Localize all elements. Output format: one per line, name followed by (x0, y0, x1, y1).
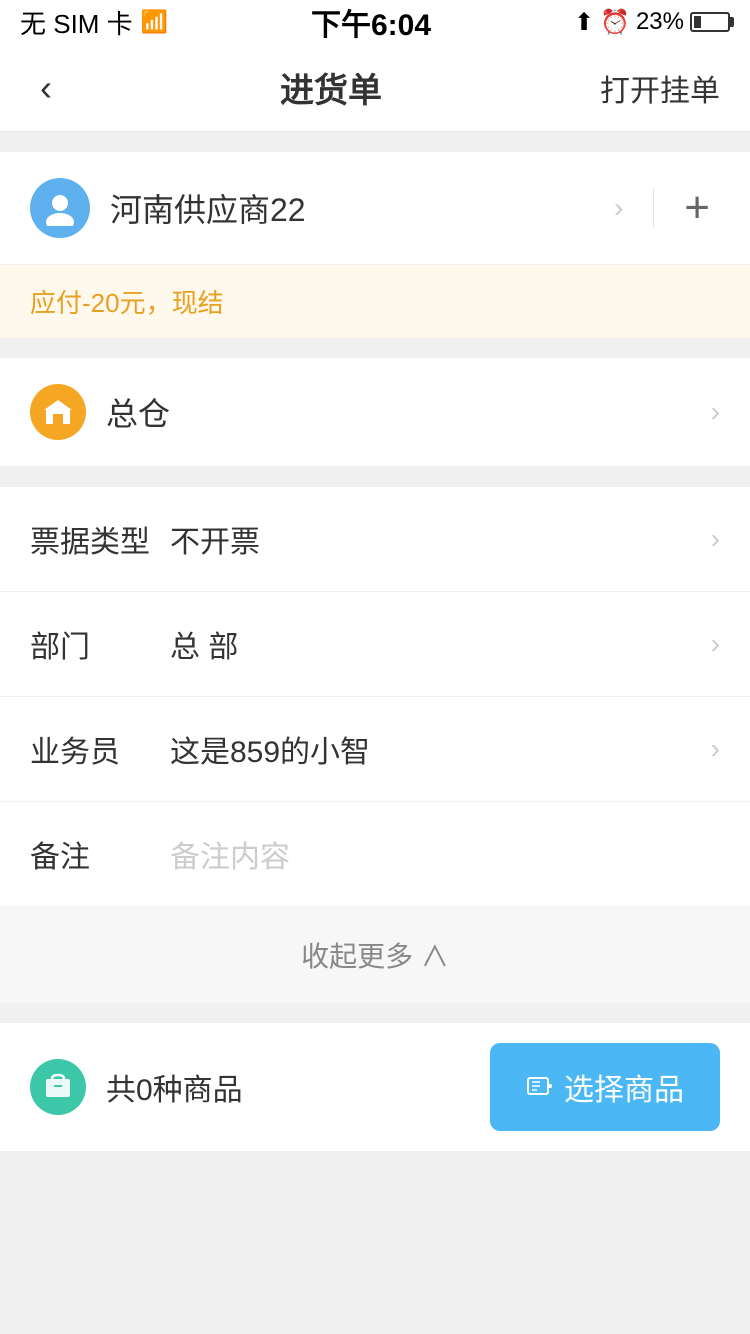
remark-label: 备注 (30, 832, 170, 876)
add-supplier-button[interactable]: + (674, 183, 720, 233)
page-title: 进货单 (280, 63, 382, 112)
section-divider-4 (0, 1003, 750, 1023)
remark-row[interactable]: 备注 备注内容 (0, 802, 750, 907)
remark-input[interactable]: 备注内容 (170, 832, 720, 876)
collapse-button[interactable]: 收起更多 ∧ (0, 907, 750, 1003)
alarm-icon: ⏰ (600, 8, 630, 37)
notice-banner: 应付-20元，现结 (0, 265, 750, 338)
section-divider-2 (0, 338, 750, 358)
form-section: 票据类型 不开票 › 部门 总 部 › 业务员 这是859的小智 › 备注 备注… (0, 487, 750, 907)
salesperson-row[interactable]: 业务员 这是859的小智 › (0, 697, 750, 802)
salesperson-label: 业务员 (30, 727, 170, 771)
warehouse-chevron-icon: › (711, 396, 720, 428)
supplier-name-label: 河南供应商22 (110, 185, 614, 231)
supplier-section: 河南供应商22 › + 应付-20元，现结 (0, 152, 750, 338)
invoice-type-value: 不开票 (170, 517, 701, 561)
salesperson-chevron-icon: › (711, 733, 720, 765)
cart-icon (42, 1071, 74, 1103)
notice-text: 应付-20元，现结 (30, 288, 224, 318)
section-divider-1 (0, 132, 750, 152)
warehouse-icon (30, 384, 86, 440)
avatar (30, 178, 90, 238)
vertical-divider (653, 188, 654, 228)
open-pending-button[interactable]: 打开挂单 (600, 66, 720, 110)
department-row[interactable]: 部门 总 部 › (0, 592, 750, 697)
select-goods-icon (526, 1073, 554, 1101)
select-goods-button[interactable]: 选择商品 (490, 1043, 720, 1131)
warehouse-row[interactable]: 总仓 › (0, 358, 750, 467)
salesperson-value: 这是859的小智 (170, 727, 701, 771)
status-left: 无 SIM 卡 📶 (20, 4, 168, 41)
location-icon: ⬆ (574, 8, 594, 37)
status-right: ⬆ ⏰ 23% (574, 8, 730, 37)
goods-count-label: 共0种商品 (106, 1065, 490, 1109)
person-icon (42, 190, 78, 226)
department-chevron-icon: › (711, 628, 720, 660)
carrier-label: 无 SIM 卡 (20, 4, 133, 41)
supplier-row[interactable]: 河南供应商22 › + (0, 152, 750, 265)
invoice-type-row[interactable]: 票据类型 不开票 › (0, 487, 750, 592)
battery-label: 23% (636, 8, 684, 36)
supplier-chevron-icon: › (614, 192, 623, 224)
invoice-type-chevron-icon: › (711, 523, 720, 555)
wifi-icon: 📶 (141, 9, 168, 35)
department-value: 总 部 (170, 622, 701, 666)
home-icon (42, 396, 74, 428)
department-label: 部门 (30, 622, 170, 666)
goods-icon (30, 1059, 86, 1115)
battery-icon (690, 12, 730, 32)
bottom-action-bar: 共0种商品 选择商品 (0, 1023, 750, 1151)
back-button[interactable]: ‹ (30, 57, 62, 119)
select-goods-label: 选择商品 (564, 1065, 684, 1109)
status-bar: 无 SIM 卡 📶 下午6:04 ⬆ ⏰ 23% (0, 0, 750, 44)
warehouse-name-label: 总仓 (106, 389, 711, 435)
warehouse-section: 总仓 › (0, 358, 750, 467)
section-divider-3 (0, 467, 750, 487)
invoice-type-label: 票据类型 (30, 517, 170, 561)
status-time: 下午6:04 (311, 0, 431, 44)
nav-bar: ‹ 进货单 打开挂单 (0, 44, 750, 132)
collapse-label: 收起更多 ∧ (301, 935, 449, 975)
